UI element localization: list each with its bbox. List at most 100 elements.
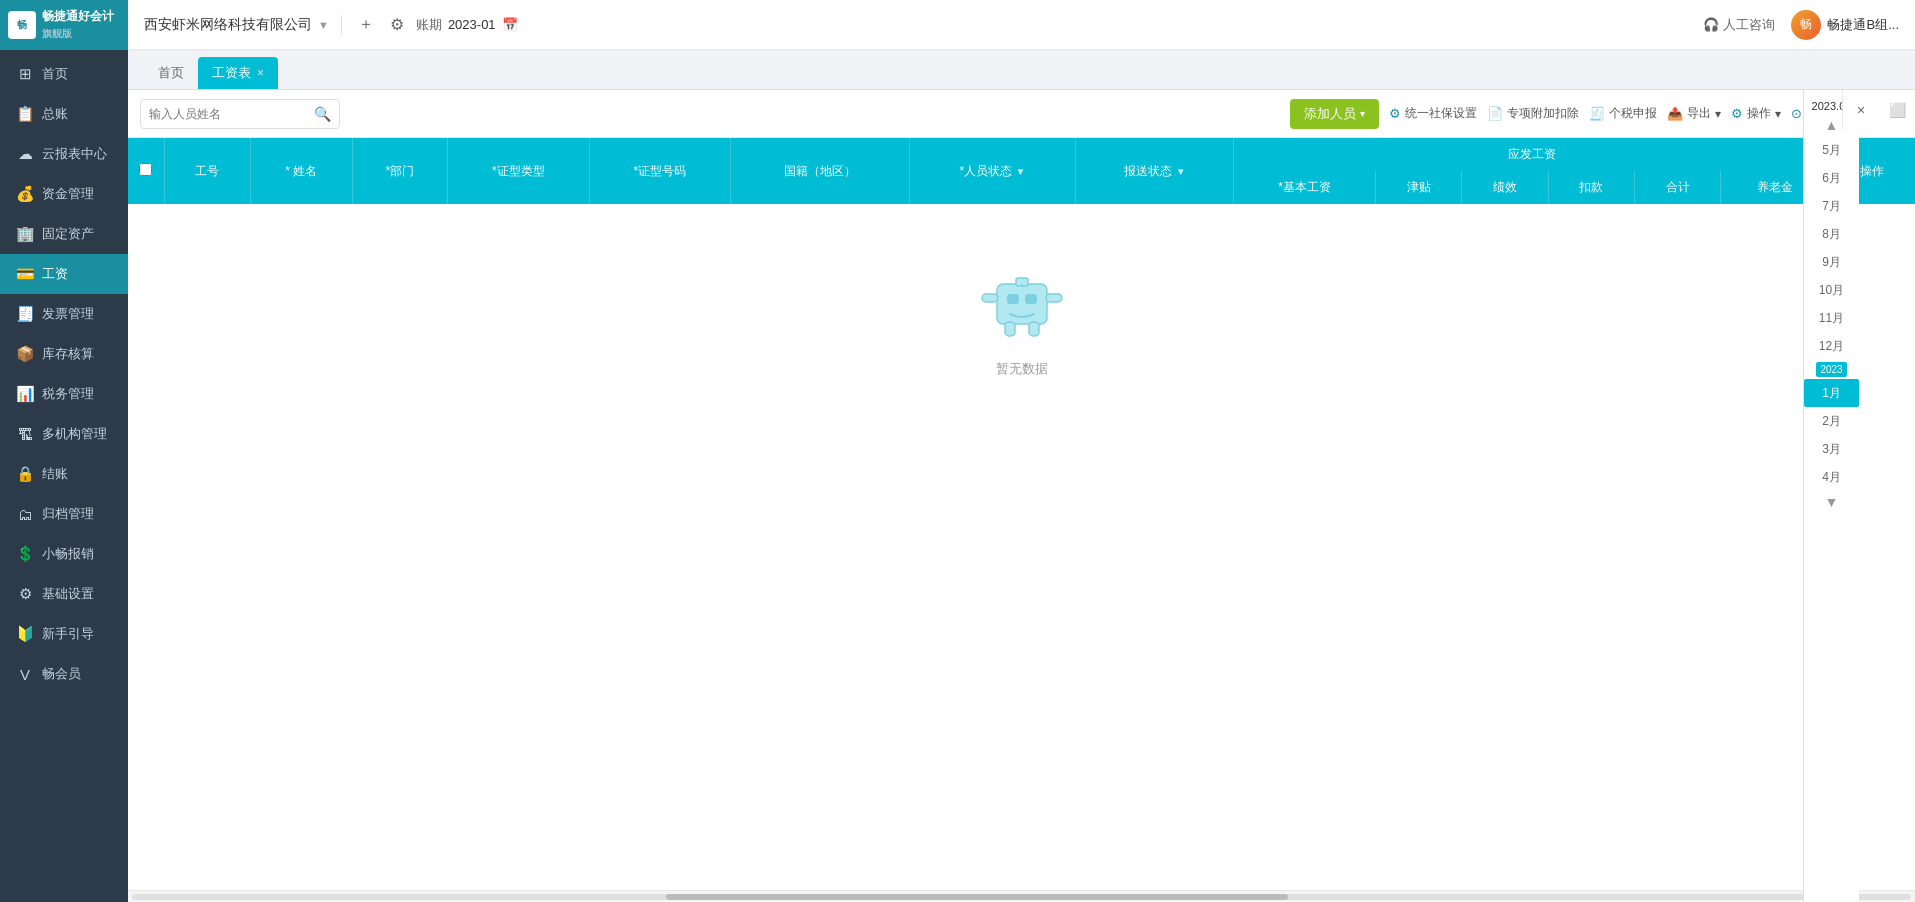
month-item-4[interactable]: 4月 — [1804, 463, 1859, 491]
select-all-checkbox[interactable] — [139, 163, 152, 176]
month-item-1[interactable]: 1月 — [1804, 379, 1859, 407]
tab-payroll[interactable]: 工资表 × — [198, 57, 278, 89]
company-selector[interactable]: 西安虾米网络科技有限公司 ▼ — [144, 16, 329, 34]
sidebar-item-cloud-report[interactable]: ☁云报表中心 — [0, 134, 128, 174]
sidebar-item-archive[interactable]: 🗂归档管理 — [0, 494, 128, 534]
sidebar-icon-member: V — [16, 666, 34, 683]
month-panel: 2023.01 ▲ 5月 6月 7月 8月 9月 10月 11月 12月 202… — [1803, 90, 1859, 902]
topbar-add-button[interactable]: ＋ — [354, 13, 378, 37]
sidebar-item-expense[interactable]: 💲小畅报销 — [0, 534, 128, 574]
table-header-row1: 工号 * 姓名 *部门 *证型类型 *证型号码 国籍（地区） *人员状态 ▼ 报… — [128, 138, 1915, 171]
sidebar-item-settings[interactable]: ⚙基础设置 — [0, 574, 128, 614]
svg-rect-1 — [1007, 294, 1019, 304]
month-item-11[interactable]: 11月 — [1804, 304, 1859, 332]
table-wrap[interactable]: 工号 * 姓名 *部门 *证型类型 *证型号码 国籍（地区） *人员状态 ▼ 报… — [128, 138, 1915, 890]
month-item-8[interactable]: 8月 — [1804, 220, 1859, 248]
sidebar-label-payroll: 工资 — [42, 265, 68, 283]
report-filter-icon[interactable]: ▼ — [1176, 166, 1186, 177]
topbar-settings-icon[interactable]: ⚙ — [390, 15, 404, 34]
calendar-icon[interactable]: 📅 — [502, 17, 518, 32]
export-label: 导出 — [1687, 105, 1711, 122]
operate-action[interactable]: ⚙ 操作 ▾ — [1731, 105, 1781, 122]
user-name: 畅捷通B组... — [1827, 16, 1899, 34]
close-button[interactable]: × — [1843, 90, 1879, 130]
special-deduct-label: 专项附加扣除 — [1507, 105, 1579, 122]
sidebar-icon-tax: 📊 — [16, 385, 34, 403]
svg-rect-6 — [1046, 294, 1062, 302]
sidebar-label-close: 结账 — [42, 465, 68, 483]
search-icon: 🔍 — [314, 106, 331, 122]
tab-payroll-label: 工资表 — [212, 64, 251, 82]
support-label: 人工咨询 — [1723, 16, 1775, 34]
social-security-icon: ⚙ — [1389, 106, 1401, 121]
status-filter-icon[interactable]: ▼ — [1016, 166, 1026, 177]
tab-home-label: 首页 — [158, 64, 184, 82]
sidebar-item-close[interactable]: 🔒 结账 — [0, 454, 128, 494]
export-icon: 📤 — [1667, 106, 1683, 121]
operate-arrow: ▾ — [1775, 107, 1781, 121]
period-label: 账期 — [416, 16, 442, 34]
topbar-right: 🎧 人工咨询 畅 畅捷通B组... — [1703, 10, 1899, 40]
personal-tax-icon: 🧾 — [1589, 106, 1605, 121]
sidebar-icon-cloud-report: ☁ — [16, 145, 34, 163]
sidebar-icon-ledger: 📋 — [16, 105, 34, 123]
sidebar-item-invoice[interactable]: 🧾发票管理 — [0, 294, 128, 334]
th-dept: *部门 — [352, 138, 447, 204]
month-item-10[interactable]: 10月 — [1804, 276, 1859, 304]
search-wrap[interactable]: 🔍 — [140, 99, 340, 129]
sidebar-item-tax[interactable]: 📊税务管理 — [0, 374, 128, 414]
month-item-7[interactable]: 7月 — [1804, 192, 1859, 220]
sidebar-icon-close: 🔒 — [16, 465, 34, 483]
personal-tax-action[interactable]: 🧾 个税申报 — [1589, 105, 1657, 122]
special-deduct-action[interactable]: 📄 专项附加扣除 — [1487, 105, 1579, 122]
th-checkbox[interactable] — [128, 138, 164, 204]
month-item-12[interactable]: 12月 — [1804, 332, 1859, 360]
maximize-button[interactable]: ⬜ — [1879, 90, 1915, 130]
month-item-2[interactable]: 2月 — [1804, 407, 1859, 435]
sidebar-icon-inventory: 📦 — [16, 345, 34, 363]
month-item-5[interactable]: 5月 — [1804, 136, 1859, 164]
add-person-dropdown-icon: ▾ — [1360, 108, 1365, 119]
operate-icon: ⚙ — [1731, 106, 1743, 121]
export-action[interactable]: 📤 导出 ▾ — [1667, 105, 1721, 122]
month-next-button[interactable]: ▼ — [1804, 491, 1859, 513]
sidebar-item-ledger[interactable]: 📋总账 — [0, 94, 128, 134]
scrollbar-track — [132, 894, 1911, 900]
company-name: 西安虾米网络科技有限公司 — [144, 16, 312, 34]
svg-rect-8 — [1029, 322, 1039, 336]
social-security-action[interactable]: ⚙ 统一社保设置 — [1389, 105, 1477, 122]
user-menu[interactable]: 畅 畅捷通B组... — [1791, 10, 1899, 40]
svg-rect-2 — [1025, 294, 1037, 304]
topbar-period: 账期 2023-01 📅 — [416, 16, 518, 34]
sidebar-item-fund[interactable]: 💰资金管理 — [0, 174, 128, 214]
th-name: * 姓名 — [250, 138, 352, 204]
sidebar-icon-fund: 💰 — [16, 185, 34, 203]
sidebar-item-guide[interactable]: 🔰新手引导 — [0, 614, 128, 654]
sidebar-item-home[interactable]: ⊞首页 — [0, 54, 128, 94]
empty-icon — [972, 264, 1072, 344]
sidebar-icon-payroll: 💳 — [16, 265, 34, 283]
topbar-divider-1 — [341, 15, 342, 35]
tabbar: 首页 工资表 × — [128, 50, 1915, 90]
month-item-3[interactable]: 3月 — [1804, 435, 1859, 463]
tab-home[interactable]: 首页 — [144, 57, 198, 89]
empty-state: 暂无数据 — [128, 204, 1915, 438]
sidebar-item-multi-org[interactable]: 🏗多机构管理 — [0, 414, 128, 454]
sidebar-label-archive: 归档管理 — [42, 505, 94, 523]
sidebar-item-inventory[interactable]: 📦库存核算 — [0, 334, 128, 374]
sidebar-item-member[interactable]: V畅会员 — [0, 654, 128, 694]
th-nationality: 国籍（地区） — [730, 138, 909, 204]
tab-payroll-close[interactable]: × — [257, 66, 264, 80]
toolbar: 🔍 添加人员 ▾ ⚙ 统一社保设置 📄 专项附加扣除 — [128, 90, 1915, 138]
add-person-button[interactable]: 添加人员 ▾ — [1290, 99, 1379, 129]
support-button[interactable]: 🎧 人工咨询 — [1703, 16, 1775, 34]
search-input[interactable] — [149, 107, 314, 121]
sidebar-item-payroll[interactable]: 💳 工资 — [0, 254, 128, 294]
month-item-6[interactable]: 6月 — [1804, 164, 1859, 192]
sidebar-item-fixed-assets[interactable]: 🏢固定资产 — [0, 214, 128, 254]
month-item-9[interactable]: 9月 — [1804, 248, 1859, 276]
company-dropdown-icon: ▼ — [318, 19, 329, 31]
sidebar-icon-expense: 💲 — [16, 545, 34, 563]
table-scrollbar[interactable] — [128, 890, 1915, 902]
th-payroll-group: 应发工资 — [1234, 138, 1830, 171]
